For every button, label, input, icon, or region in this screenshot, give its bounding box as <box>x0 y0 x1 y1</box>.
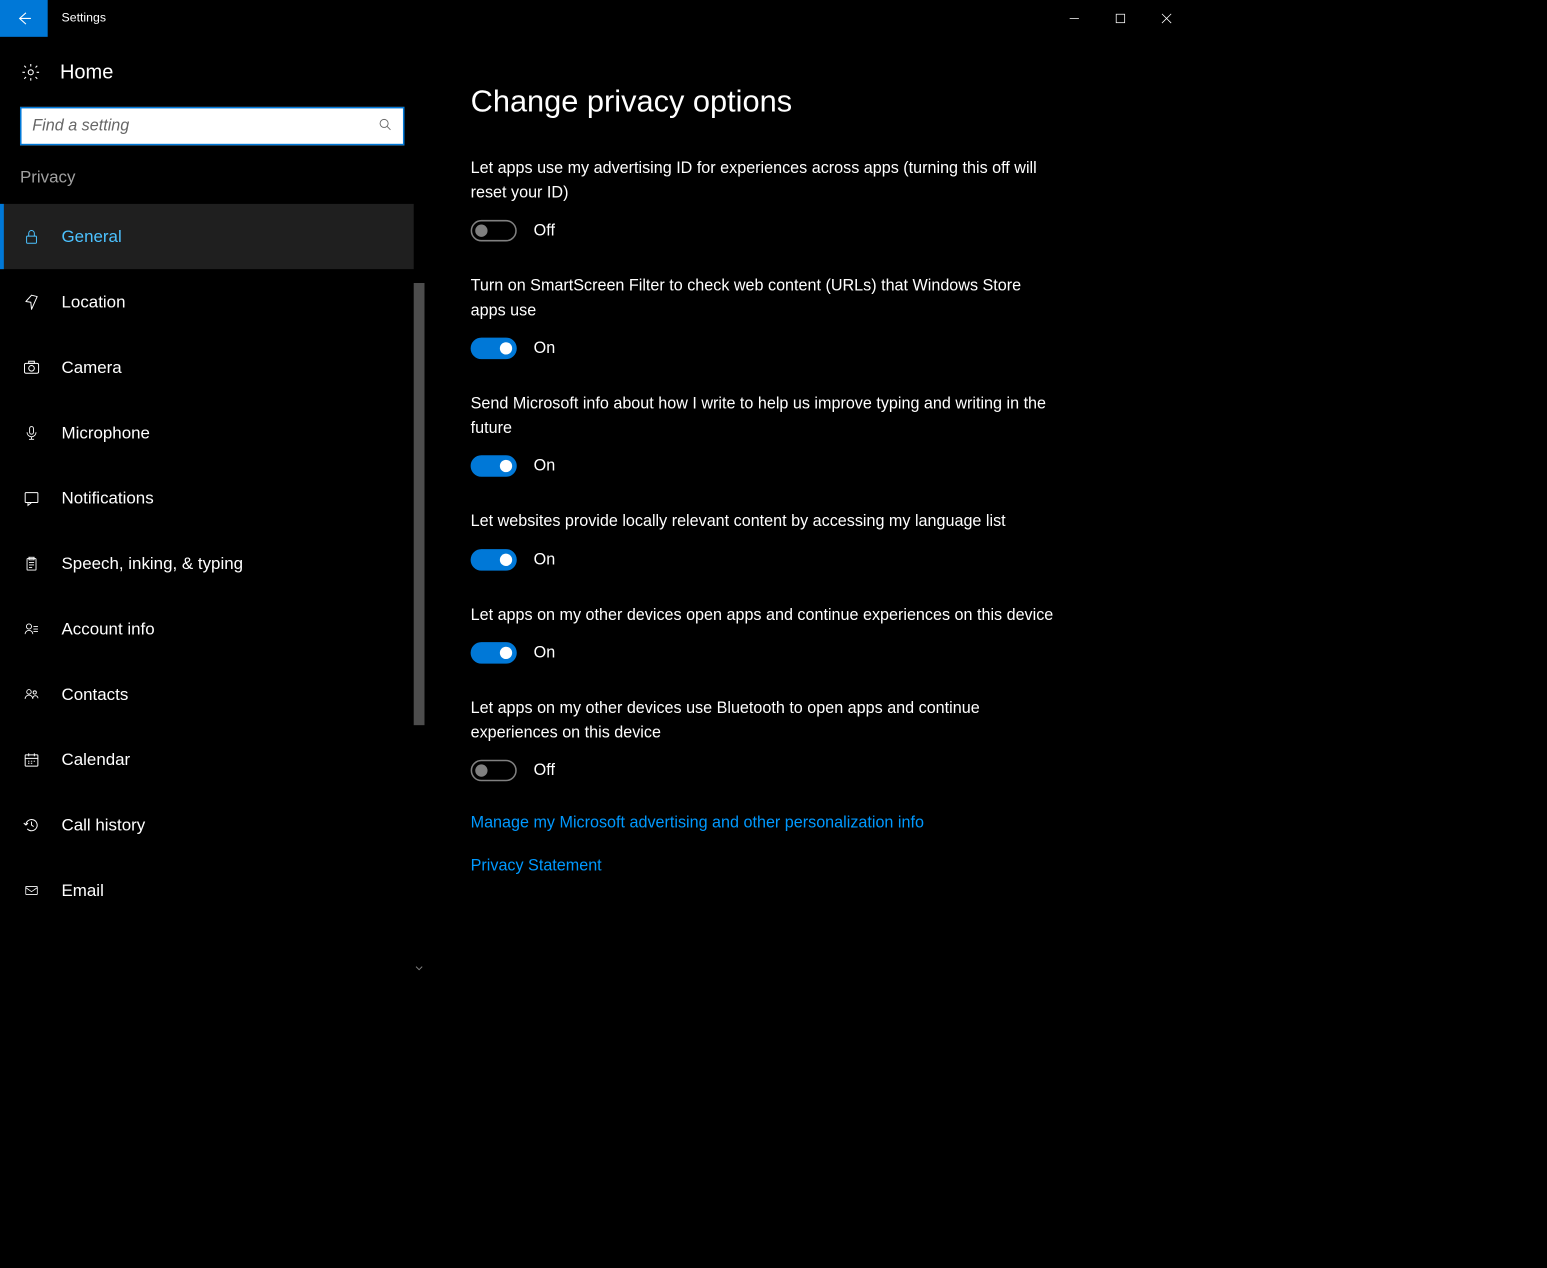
toggle-state-label: On <box>534 457 556 475</box>
sidebar-item-label: Camera <box>62 357 122 377</box>
setting-description: Let apps on my other devices open apps a… <box>471 603 1055 627</box>
history-icon <box>22 816 42 833</box>
toggle-knob <box>500 647 512 659</box>
setting-block: Send Microsoft info about how I write to… <box>471 391 1055 476</box>
toggle-state-label: On <box>534 644 556 662</box>
sidebar-item-label: Account info <box>62 619 155 639</box>
setting-block: Let apps on my other devices use Bluetoo… <box>471 696 1055 781</box>
content-link[interactable]: Privacy Statement <box>471 857 1144 875</box>
setting-description: Let apps on my other devices use Bluetoo… <box>471 696 1055 744</box>
close-button[interactable] <box>1144 0 1190 37</box>
setting-description: Send Microsoft info about how I write to… <box>471 391 1055 439</box>
toggle-knob <box>475 764 487 776</box>
home-label: Home <box>60 60 113 84</box>
section-label: Privacy <box>0 167 424 204</box>
sidebar-item-label: Contacts <box>62 684 129 704</box>
sidebar-item-label: Location <box>62 292 126 312</box>
sidebar-item-label: Speech, inking, & typing <box>62 553 244 573</box>
back-button[interactable] <box>0 0 48 37</box>
search-input[interactable] <box>32 117 378 135</box>
scroll-down-arrow[interactable] <box>414 961 425 975</box>
sidebar-item-general[interactable]: General <box>0 204 414 269</box>
sidebar-item-label: Email <box>62 880 104 900</box>
toggle-switch[interactable] <box>471 220 517 242</box>
content-link[interactable]: Manage my Microsoft advertising and othe… <box>471 814 1144 832</box>
window-title: Settings <box>62 12 106 26</box>
maximize-icon <box>1115 13 1126 24</box>
sidebar-item-calendar[interactable]: Calendar <box>0 727 414 792</box>
microphone-icon <box>22 423 42 441</box>
minimize-button[interactable] <box>1051 0 1097 37</box>
toggle-state-label: Off <box>534 761 555 779</box>
notification-icon <box>22 489 42 506</box>
setting-description: Let apps use my advertising ID for exper… <box>471 156 1055 204</box>
sidebar-item-email[interactable]: Email <box>0 857 414 922</box>
sidebar-item-speech[interactable]: Speech, inking, & typing <box>0 531 414 596</box>
camera-icon <box>22 359 42 376</box>
sidebar-item-label: Call history <box>62 815 146 835</box>
home-nav[interactable]: Home <box>0 37 424 107</box>
toggle-switch[interactable] <box>471 549 517 571</box>
sidebar-item-microphone[interactable]: Microphone <box>0 400 414 465</box>
lock-icon <box>22 228 42 245</box>
arrow-left-icon <box>15 10 32 27</box>
toggle-knob <box>475 225 487 237</box>
contacts-icon <box>22 686 42 701</box>
setting-block: Turn on SmartScreen Filter to check web … <box>471 274 1055 359</box>
sidebar-item-notifications[interactable]: Notifications <box>0 465 414 530</box>
setting-block: Let apps use my advertising ID for exper… <box>471 156 1055 241</box>
toggle-switch[interactable] <box>471 760 517 782</box>
toggle-knob <box>500 342 512 354</box>
scrollbar[interactable] <box>414 283 425 975</box>
toggle-state-label: On <box>534 550 556 568</box>
sidebar-item-account[interactable]: Account info <box>0 596 414 661</box>
sidebar-item-location[interactable]: Location <box>0 269 414 334</box>
search-icon <box>378 117 392 135</box>
toggle-state-label: On <box>534 339 556 357</box>
titlebar: Settings <box>0 0 1190 37</box>
sidebar-item-label: General <box>62 226 122 246</box>
toggle-switch[interactable] <box>471 455 517 477</box>
calendar-icon <box>22 751 42 768</box>
clipboard-icon <box>22 554 42 572</box>
close-icon <box>1161 13 1172 24</box>
toggle-knob <box>500 460 512 472</box>
gear-icon <box>20 62 42 82</box>
page-heading: Change privacy options <box>471 85 1144 120</box>
minimize-icon <box>1069 13 1080 24</box>
scrollbar-thumb[interactable] <box>414 283 425 725</box>
location-icon <box>22 293 42 310</box>
sidebar-item-callhistory[interactable]: Call history <box>0 792 414 857</box>
toggle-switch[interactable] <box>471 338 517 360</box>
sidebar-item-camera[interactable]: Camera <box>0 335 414 400</box>
sidebar-item-label: Microphone <box>62 423 150 443</box>
toggle-knob <box>500 553 512 565</box>
content-pane: Change privacy options Let apps use my a… <box>424 37 1189 975</box>
setting-block: Let websites provide locally relevant co… <box>471 509 1055 570</box>
setting-description: Let websites provide locally relevant co… <box>471 509 1055 533</box>
sidebar: Home Privacy General Location Camera Microp… <box>0 37 424 975</box>
search-box[interactable] <box>20 107 405 145</box>
maximize-button[interactable] <box>1097 0 1143 37</box>
chevron-down-icon <box>415 966 423 971</box>
sidebar-item-label: Calendar <box>62 749 131 769</box>
toggle-switch[interactable] <box>471 642 517 664</box>
setting-description: Turn on SmartScreen Filter to check web … <box>471 274 1055 322</box>
email-icon <box>22 883 42 897</box>
account-icon <box>22 621 42 636</box>
toggle-state-label: Off <box>534 221 555 239</box>
sidebar-item-label: Notifications <box>62 488 154 508</box>
setting-block: Let apps on my other devices open apps a… <box>471 603 1055 664</box>
sidebar-nav: General Location Camera Microphone Notificat… <box>0 204 424 975</box>
sidebar-item-contacts[interactable]: Contacts <box>0 661 414 726</box>
